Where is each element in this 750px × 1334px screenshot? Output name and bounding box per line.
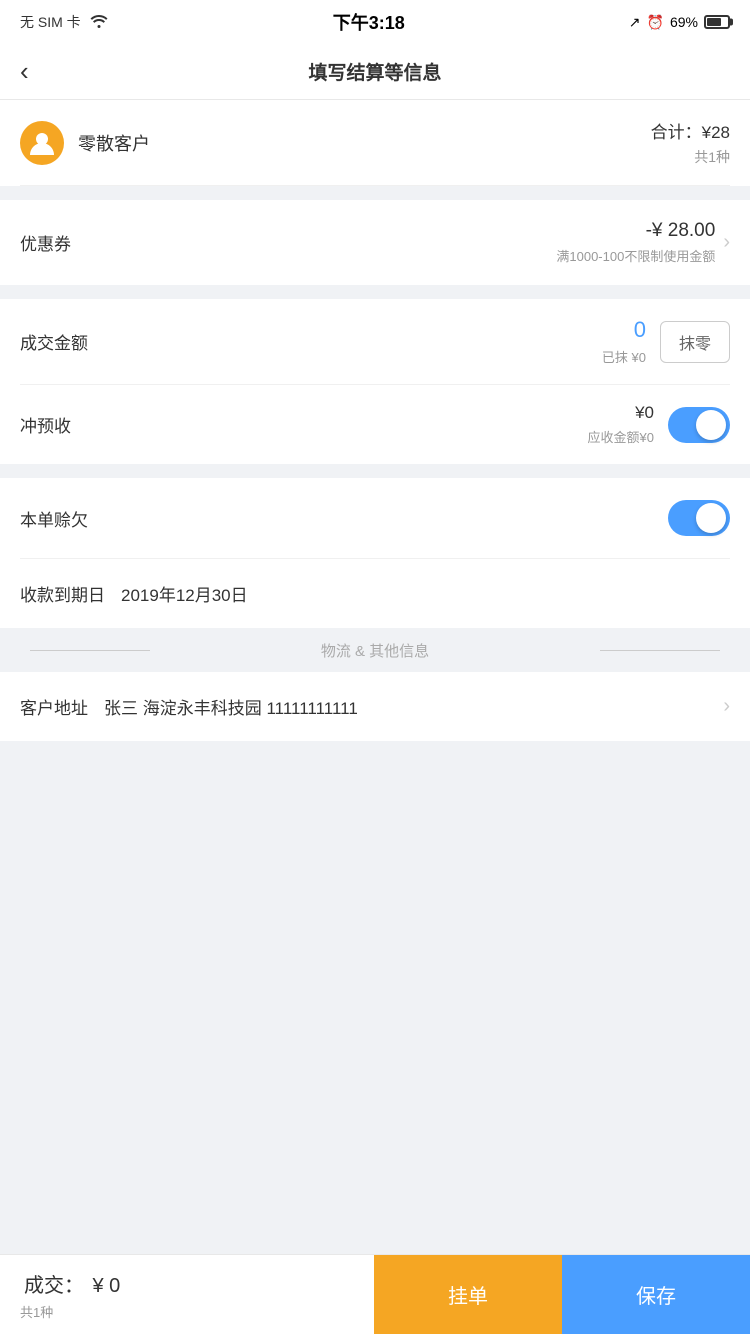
precollect-values: ¥0 应收金额¥0 xyxy=(588,403,654,446)
alarm-icon: ⏰ xyxy=(647,14,664,31)
customer-right: 合计：¥28 共1种 xyxy=(651,118,730,167)
wifi-icon xyxy=(89,12,109,32)
debt-section: 本单赊欠 收款到期日 2019年12月30日 xyxy=(0,478,750,628)
customer-total: 合计：¥28 xyxy=(651,118,730,143)
address-value: 张三 海淀永丰科技园 11111111111 xyxy=(104,694,358,719)
battery-percent: 69% xyxy=(670,14,698,30)
logistics-divider: 物流 & 其他信息 xyxy=(0,628,750,672)
logistics-text: 物流 & 其他信息 xyxy=(311,640,439,661)
coupon-row[interactable]: 优惠券 -¥ 28.00 满1000-100不限制使用金额 › xyxy=(20,200,730,285)
no-sim-text: 无 SIM 卡 xyxy=(20,12,81,32)
location-icon: ↗ xyxy=(629,14,641,31)
save-button[interactable]: 保存 xyxy=(562,1255,750,1334)
hang-order-button[interactable]: 挂单 xyxy=(374,1255,562,1334)
divider-3 xyxy=(0,464,750,478)
precollect-row: 冲预收 ¥0 应收金额¥0 xyxy=(20,385,730,464)
precollect-main: ¥0 xyxy=(588,403,654,423)
customer-left: 零散客户 xyxy=(20,121,150,165)
status-right: ↗ ⏰ 69% xyxy=(629,14,730,31)
precollect-label: 冲预收 xyxy=(20,412,71,437)
debt-row: 本单赊欠 xyxy=(20,478,730,559)
precollect-sub: 应收金额¥0 xyxy=(588,427,654,446)
debt-label: 本单赊欠 xyxy=(20,506,88,531)
debt-toggle-knob xyxy=(696,503,726,533)
due-date-row: 收款到期日 2019年12月30日 xyxy=(20,559,730,628)
precollect-toggle[interactable] xyxy=(668,407,730,443)
bottom-bar: 成交： ¥ 0 共1种 挂单 保存 xyxy=(0,1254,750,1334)
nav-bar: ‹ 填写结算等信息 xyxy=(0,44,750,100)
bottom-deal-value: ¥ 0 xyxy=(92,1275,120,1297)
address-left: 客户地址 张三 海淀永丰科技园 11111111111 xyxy=(20,694,358,719)
coupon-desc: 满1000-100不限制使用金额 xyxy=(556,246,715,265)
status-left: 无 SIM 卡 xyxy=(20,12,109,32)
precollect-right: ¥0 应收金额¥0 xyxy=(588,403,730,446)
customer-count: 共1种 xyxy=(651,147,730,167)
page-title: 填写结算等信息 xyxy=(308,58,441,85)
bottom-deal-label: 成交： xyxy=(24,1275,84,1297)
divider-2 xyxy=(0,285,750,299)
address-row[interactable]: 客户地址 张三 海淀永丰科技园 11111111111 › xyxy=(20,672,730,741)
deal-amount-sub: 已抹 ¥0 xyxy=(602,347,646,366)
address-chevron-icon: › xyxy=(723,695,730,718)
status-time: 下午3:18 xyxy=(333,9,405,35)
deal-amount-value: 0 xyxy=(602,317,646,343)
coupon-label: 优惠券 xyxy=(20,230,71,255)
battery-icon xyxy=(704,15,730,29)
status-bar: 无 SIM 卡 下午3:18 ↗ ⏰ 69% xyxy=(0,0,750,44)
due-date-value: 2019年12月30日 xyxy=(121,581,248,606)
amount-value-col: 0 已抹 ¥0 xyxy=(602,317,646,366)
coupon-amount: -¥ 28.00 xyxy=(556,220,715,242)
coupon-chevron-icon: › xyxy=(723,231,730,254)
back-button[interactable]: ‹ xyxy=(20,56,29,87)
deal-amount-right: 0 已抹 ¥0 抹零 xyxy=(602,317,730,366)
bottom-info: 成交： ¥ 0 共1种 xyxy=(0,1269,374,1321)
amount-section: 成交金额 0 已抹 ¥0 抹零 冲预收 ¥0 应收金额¥0 xyxy=(0,299,750,464)
address-section[interactable]: 客户地址 张三 海淀永丰科技园 11111111111 › xyxy=(0,672,750,741)
divider-1 xyxy=(0,186,750,200)
deal-amount-row: 成交金额 0 已抹 ¥0 抹零 xyxy=(20,299,730,385)
toggle-knob xyxy=(696,410,726,440)
deal-amount-label: 成交金额 xyxy=(20,329,88,354)
customer-row: 零散客户 合计：¥28 共1种 xyxy=(20,100,730,186)
coupon-info: -¥ 28.00 满1000-100不限制使用金额 xyxy=(556,220,715,265)
bottom-count: 共1种 xyxy=(20,1302,354,1321)
customer-name: 零散客户 xyxy=(78,130,150,156)
coupon-right[interactable]: -¥ 28.00 满1000-100不限制使用金额 › xyxy=(556,220,730,265)
round-off-button[interactable]: 抹零 xyxy=(660,321,730,363)
customer-avatar xyxy=(20,121,64,165)
bottom-deal-text: 成交： ¥ 0 xyxy=(20,1269,354,1298)
bottom-spacer xyxy=(0,741,750,941)
due-date-label: 收款到期日 xyxy=(20,581,105,606)
address-label: 客户地址 xyxy=(20,694,88,719)
coupon-section[interactable]: 优惠券 -¥ 28.00 满1000-100不限制使用金额 › xyxy=(0,200,750,285)
debt-toggle[interactable] xyxy=(668,500,730,536)
customer-section: 零散客户 合计：¥28 共1种 xyxy=(0,100,750,186)
